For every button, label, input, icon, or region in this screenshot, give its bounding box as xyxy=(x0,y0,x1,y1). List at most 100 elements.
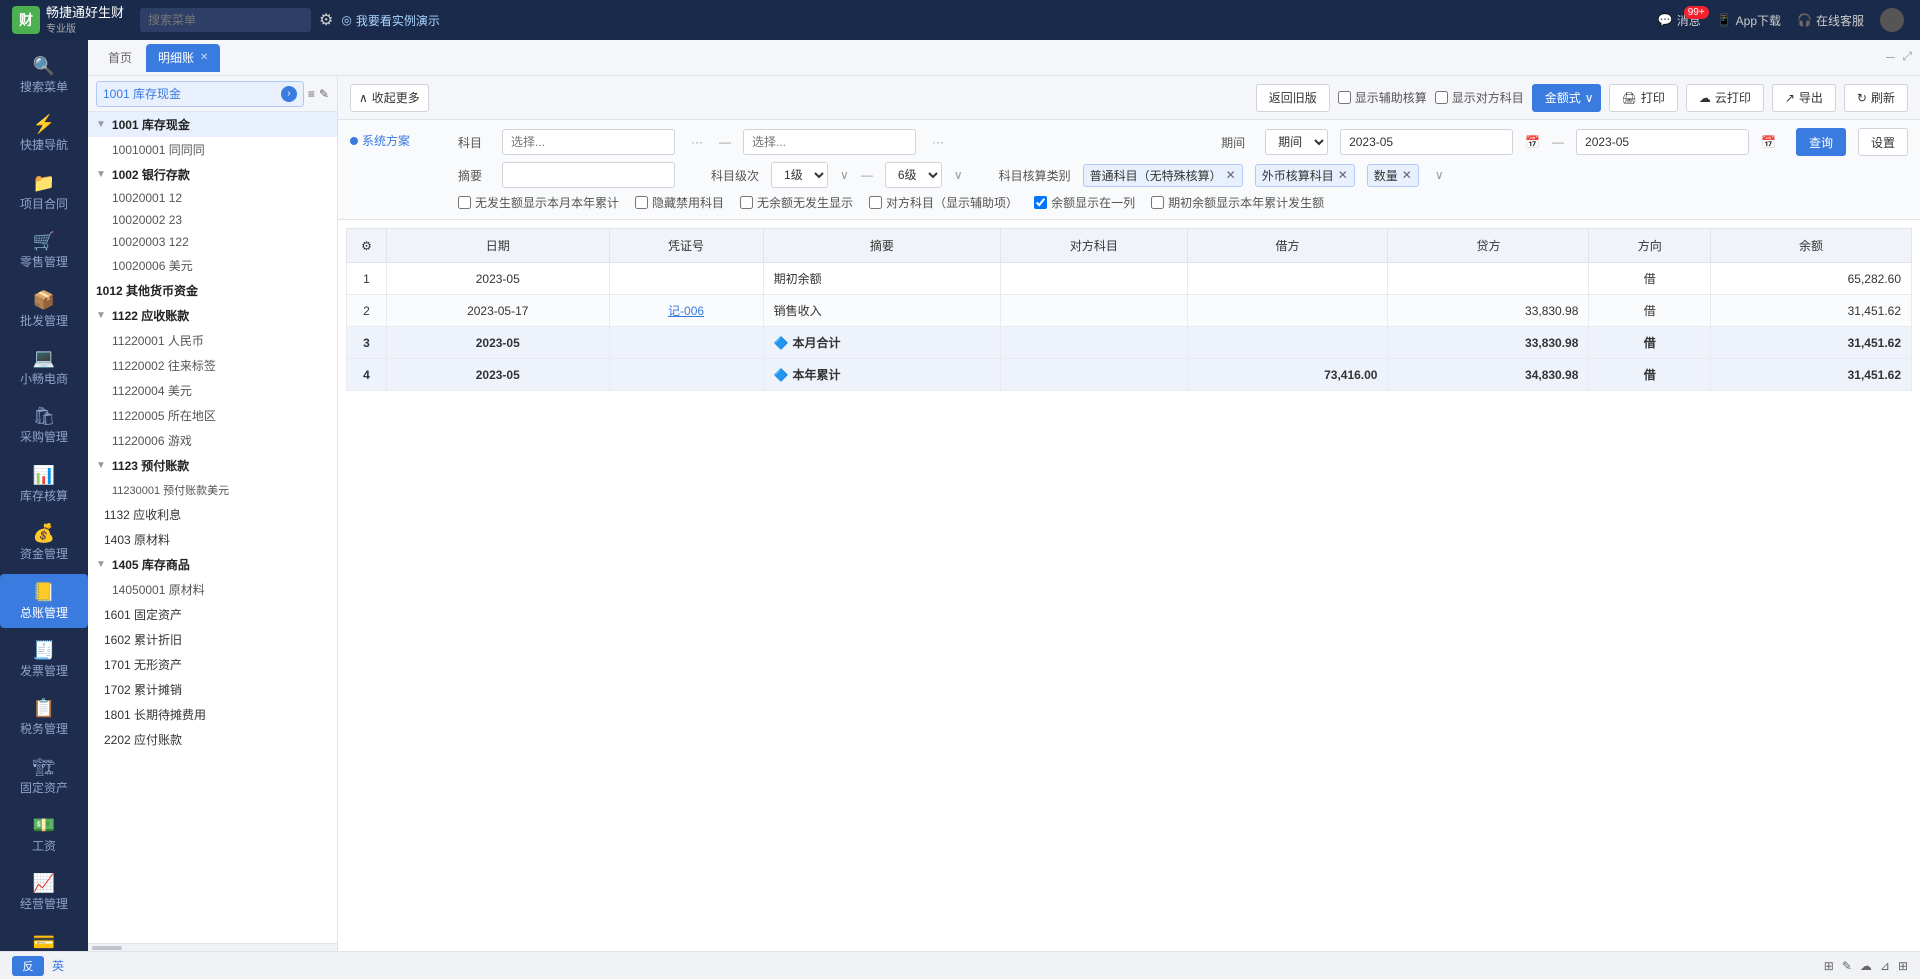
edit-bottom-icon[interactable]: ✎ xyxy=(1842,959,1852,973)
amount-style-button[interactable]: 金额式 ∨ xyxy=(1532,84,1601,112)
sidebar-item-quick-nav[interactable]: ⚡ 快捷导航 xyxy=(0,106,88,160)
no-balance-input[interactable] xyxy=(740,196,753,209)
show-opposite-filter-input[interactable] xyxy=(869,196,882,209)
period-end-input[interactable] xyxy=(1576,129,1749,155)
sidebar-item-wholesale[interactable]: 📦 批发管理 xyxy=(0,282,88,336)
tab-minimize-icon[interactable]: － xyxy=(1884,49,1896,66)
account-item-1123[interactable]: ▼ 1123 预付账款 xyxy=(88,453,337,478)
no-activity-checkbox[interactable]: 无发生额显示本月本年累计 xyxy=(458,194,619,211)
sidebar-item-inventory[interactable]: 📊 库存核算 xyxy=(0,457,88,511)
level-from-select[interactable]: 1级 xyxy=(771,162,828,188)
user-avatar[interactable] xyxy=(1880,8,1908,32)
period-start-input[interactable] xyxy=(1340,129,1513,155)
demo-link[interactable]: ◎ 我要看实例演示 xyxy=(341,12,440,29)
account-item-1702[interactable]: 1702 累计摊销 xyxy=(88,677,337,702)
account-item-1801[interactable]: 1801 长期待摊费用 xyxy=(88,702,337,727)
sidebar-item-ledger[interactable]: 📒 总账管理 xyxy=(0,574,88,628)
account-item-1012[interactable]: 1012 其他货币资金 xyxy=(88,278,337,303)
filter-tag-2-close[interactable]: ✕ xyxy=(1338,168,1348,182)
return-old-button[interactable]: 返回旧版 xyxy=(1256,84,1330,112)
topbar-search-input[interactable] xyxy=(140,8,311,32)
account-item-1405[interactable]: ▼ 1405 库存商品 xyxy=(88,552,337,577)
sidebar-item-search[interactable]: 🔍 搜索菜单 xyxy=(0,48,88,102)
balance-one-col-checkbox[interactable]: 余额显示在一列 xyxy=(1034,194,1135,211)
settings-icon[interactable]: ⚙ xyxy=(319,10,333,30)
refresh-button[interactable]: ↻ 刷新 xyxy=(1844,84,1908,112)
sidebar-item-purchase[interactable]: 🛍 采购管理 xyxy=(0,398,88,452)
account-nav-arrow[interactable]: › xyxy=(281,86,297,102)
account-item-1122[interactable]: ▼ 1122 应收账款 xyxy=(88,303,337,328)
feedback-button[interactable]: 反 xyxy=(12,956,44,976)
subject-to-input[interactable] xyxy=(743,129,916,155)
sidebar-item-fixed-assets[interactable]: 🏗 固定资产 xyxy=(0,749,88,803)
show-opposite-input[interactable] xyxy=(1435,91,1448,104)
hide-disabled-input[interactable] xyxy=(635,196,648,209)
sidebar-item-capital[interactable]: 💰 资金管理 xyxy=(0,515,88,569)
sidebar-item-tax[interactable]: 📋 税务管理 xyxy=(0,690,88,744)
filter-tag-1-close[interactable]: ✕ xyxy=(1226,168,1236,182)
tab-detail[interactable]: 明细账 ✕ xyxy=(146,44,220,72)
sidebar-item-retail[interactable]: 🛒 零售管理 xyxy=(0,223,88,277)
account-item-10010001[interactable]: 10010001 同同同 xyxy=(88,137,337,162)
edit-icon[interactable]: ✎ xyxy=(319,87,329,101)
sidebar-item-sales[interactable]: 💳 小畅报销 xyxy=(0,924,88,951)
account-item-1701[interactable]: 1701 无形资产 xyxy=(88,652,337,677)
account-item-14050001[interactable]: 14050001 原材料 xyxy=(88,577,337,602)
account-item-1132[interactable]: 1132 应收利息 xyxy=(88,502,337,527)
show-period-balance-checkbox[interactable]: 期初余额显示本年累计发生额 xyxy=(1151,194,1324,211)
grid-icon[interactable]: ⊞ xyxy=(1824,959,1834,973)
account-item-11220002[interactable]: 11220002 往来标签 xyxy=(88,353,337,378)
message-button[interactable]: 💬 消息 99+ xyxy=(1658,12,1701,29)
settings-button[interactable]: 设置 xyxy=(1858,128,1908,156)
lang-en-label[interactable]: 英 xyxy=(52,957,64,974)
cloud-print-button[interactable]: ☁ 云打印 xyxy=(1686,84,1764,112)
tab-home[interactable]: 首页 xyxy=(96,44,144,72)
show-opposite-checkbox[interactable]: 显示对方科目 xyxy=(1435,89,1524,106)
no-balance-checkbox[interactable]: 无余额无发生显示 xyxy=(740,194,853,211)
account-item-11220001[interactable]: 11220001 人民币 xyxy=(88,328,337,353)
account-item-10020003[interactable]: 10020003 122 xyxy=(88,231,337,253)
account-item-1601[interactable]: 1601 固定资产 xyxy=(88,602,337,627)
filter-tag-3-close[interactable]: ✕ xyxy=(1402,168,1412,182)
chart-bottom-icon[interactable]: ⊿ xyxy=(1880,959,1890,973)
show-period-balance-input[interactable] xyxy=(1151,196,1164,209)
print-button[interactable]: 🖨 打印 xyxy=(1609,84,1678,112)
hide-disabled-checkbox[interactable]: 隐藏禁用科目 xyxy=(635,194,724,211)
voucher-link-2[interactable]: 记-006 xyxy=(668,304,704,318)
subject-from-input[interactable] xyxy=(502,129,675,155)
account-item-11220005[interactable]: 11220005 所在地区 xyxy=(88,403,337,428)
level-to-select[interactable]: 6级 xyxy=(885,162,942,188)
period-calendar-icon-1[interactable]: 📅 xyxy=(1525,135,1540,149)
sidebar-item-invoice[interactable]: 🧾 发票管理 xyxy=(0,632,88,686)
sidebar-item-ecommerce[interactable]: 💻 小畅电商 xyxy=(0,340,88,394)
col-settings[interactable]: ⚙ xyxy=(347,229,387,263)
account-item-2202[interactable]: 2202 应付账款 xyxy=(88,727,337,752)
balance-one-col-input[interactable] xyxy=(1034,196,1047,209)
solution-link[interactable]: 系统方案 xyxy=(362,132,410,149)
online-service-button[interactable]: 🎧 在线客服 xyxy=(1797,12,1864,29)
account-item-10020001[interactable]: 10020001 12 xyxy=(88,187,337,209)
account-item-11230001[interactable]: 11230001 预付账款美元 xyxy=(88,478,337,502)
app-download-button[interactable]: 📱 App下载 xyxy=(1717,12,1781,29)
query-button[interactable]: 查询 xyxy=(1796,128,1846,156)
sidebar-item-salary[interactable]: 💵 工资 xyxy=(0,807,88,861)
account-item-11220006[interactable]: 11220006 游戏 xyxy=(88,428,337,453)
show-opposite-filter-checkbox[interactable]: 对方科目（显示辅助项） xyxy=(869,194,1018,211)
show-auxiliary-checkbox[interactable]: 显示辅助核算 xyxy=(1338,89,1427,106)
account-item-10020002[interactable]: 10020002 23 xyxy=(88,209,337,231)
export-button[interactable]: ↗ 导出 xyxy=(1772,84,1836,112)
account-item-11220004[interactable]: 11220004 美元 xyxy=(88,378,337,403)
show-auxiliary-input[interactable] xyxy=(1338,91,1351,104)
account-item-1002[interactable]: ▼ 1002 银行存款 xyxy=(88,162,337,187)
account-item-10020006[interactable]: 10020006 美元 xyxy=(88,253,337,278)
account-item-1001[interactable]: ▼ 1001 库存现金 xyxy=(88,112,337,137)
sidebar-item-project[interactable]: 📁 项目合同 xyxy=(0,165,88,219)
tab-expand-icon[interactable]: ⤢ xyxy=(1902,49,1912,66)
sidebar-item-operations[interactable]: 📈 经营管理 xyxy=(0,865,88,919)
period-type-select[interactable]: 期间 xyxy=(1265,129,1328,155)
cloud-bottom-icon[interactable]: ☁ xyxy=(1860,959,1872,973)
tab-close-icon[interactable]: ✕ xyxy=(200,52,208,63)
collapse-more-button[interactable]: ∧ 收起更多 xyxy=(350,84,429,112)
account-item-1602[interactable]: 1602 累计折旧 xyxy=(88,627,337,652)
summary-input[interactable] xyxy=(502,162,675,188)
